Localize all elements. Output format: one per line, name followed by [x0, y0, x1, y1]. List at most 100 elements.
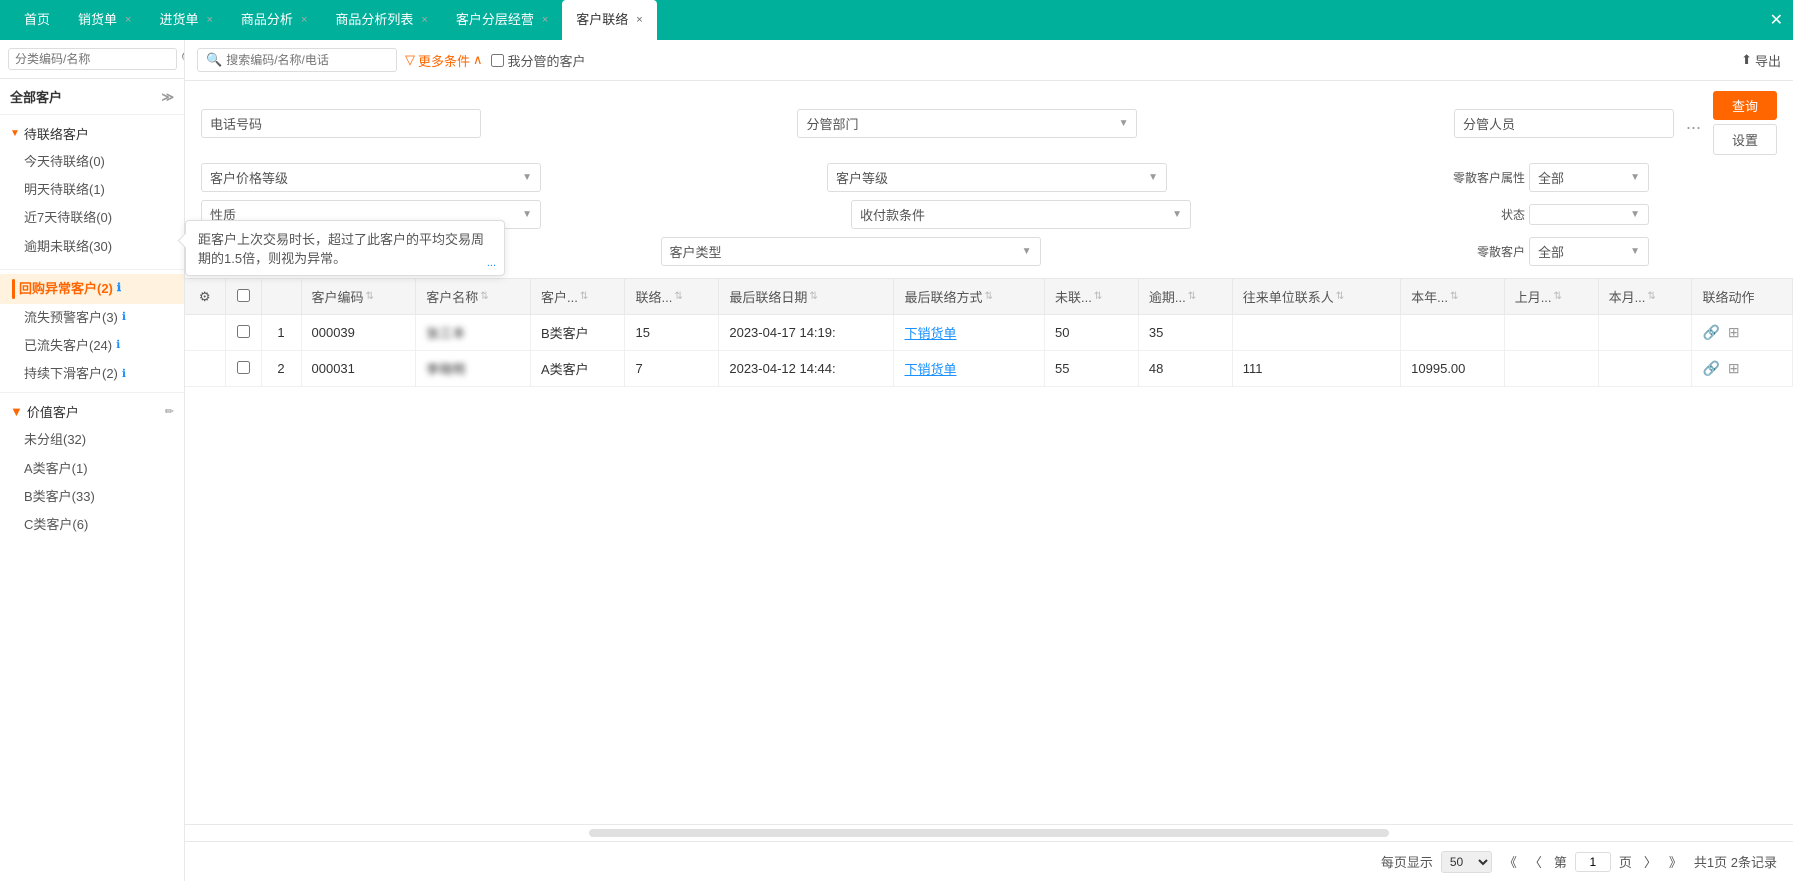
- row1-checkbox[interactable]: [225, 315, 261, 351]
- select-all-checkbox[interactable]: [237, 289, 250, 302]
- retail-attr-field[interactable]: 全部 ▼: [1529, 163, 1649, 192]
- first-page-btn[interactable]: 《: [1500, 850, 1521, 873]
- close-product-analysis-list[interactable]: ×: [421, 0, 427, 40]
- export-button[interactable]: ⬆ 导出: [1741, 51, 1781, 70]
- nav-sales-order[interactable]: 销货单 ×: [64, 0, 145, 40]
- row2-checkbox[interactable]: [225, 351, 261, 387]
- customer-type-field[interactable]: 客户类型 ▼: [661, 237, 1041, 266]
- query-button[interactable]: 查询: [1713, 91, 1777, 120]
- row1-last-month: [1504, 315, 1598, 351]
- row2-action-link-icon[interactable]: 🔗: [1702, 360, 1719, 377]
- staff-dots-btn[interactable]: ...: [1682, 113, 1705, 134]
- row1-code[interactable]: 000039: [301, 315, 416, 351]
- close-customer-tier[interactable]: ×: [542, 0, 548, 40]
- col-checkbox-header[interactable]: [225, 279, 261, 315]
- col-type-header[interactable]: 客户...⇅: [531, 279, 625, 315]
- pending-contact-group-header[interactable]: ▼ 待联络客户: [0, 119, 184, 148]
- col-code-header[interactable]: 客户编码⇅: [301, 279, 416, 315]
- sidebar-item-today[interactable]: 今天待联络(0): [0, 148, 184, 176]
- col-name-header[interactable]: 客户名称⇅: [416, 279, 531, 315]
- row2-last-method[interactable]: 下销货单: [894, 351, 1045, 387]
- sidebar-item-churn-warning[interactable]: 流失预警客户(3) ℹ: [0, 304, 184, 332]
- next-page-btn[interactable]: 〉: [1640, 850, 1661, 873]
- col-unread-header[interactable]: 未联...⇅: [1045, 279, 1139, 315]
- row1-action-link-icon[interactable]: 🔗: [1702, 324, 1719, 341]
- row1-name-value: 张三丰: [426, 326, 465, 341]
- settings-button[interactable]: 设置: [1713, 124, 1777, 155]
- last-page-btn[interactable]: 》: [1665, 850, 1686, 873]
- prev-page-btn[interactable]: 〈: [1525, 850, 1546, 873]
- nav-customer-contact[interactable]: 客户联络 ×: [562, 0, 656, 40]
- col-last-method-header[interactable]: 最后联络方式⇅: [894, 279, 1045, 315]
- col-overdue-header[interactable]: 逾期...⇅: [1138, 279, 1232, 315]
- close-customer-contact[interactable]: ×: [636, 0, 642, 40]
- sidebar-item-churned[interactable]: 已流失客户(24) ℹ: [0, 332, 184, 360]
- col-last-date-header[interactable]: 最后联络日期⇅: [719, 279, 894, 315]
- horizontal-scrollbar[interactable]: [589, 829, 1389, 837]
- value-customer-group-header[interactable]: ▼ 价值客户 ✏: [0, 397, 184, 426]
- row2-action-grid-icon[interactable]: ⊞: [1728, 360, 1740, 377]
- row2-settings: [185, 351, 225, 387]
- sidebar-item-class-c[interactable]: C类客户(6): [0, 511, 184, 539]
- dept-field[interactable]: 分管部门 ▼: [797, 109, 1137, 138]
- window-close-button[interactable]: ✕: [1770, 10, 1783, 30]
- nav-home[interactable]: 首页: [10, 0, 64, 40]
- info-icon-churn-warning[interactable]: ℹ: [122, 310, 126, 325]
- nav-purchase-order[interactable]: 进货单 ×: [145, 0, 226, 40]
- nav-customer-tier[interactable]: 客户分层经营 ×: [442, 0, 562, 40]
- tooltip-more-link[interactable]: ...: [487, 257, 496, 269]
- row2-name[interactable]: 李晓明: [416, 351, 531, 387]
- row1-select-checkbox[interactable]: [237, 325, 250, 338]
- grade-field[interactable]: 客户等级 ▼: [827, 163, 1167, 192]
- collapse-sidebar-btn[interactable]: ≫: [161, 90, 174, 104]
- col-last-month-header[interactable]: 上月...⇅: [1504, 279, 1598, 315]
- my-customers-checkbox-label[interactable]: 我分管的客户: [491, 51, 586, 70]
- payment-field[interactable]: 收付款条件 ▼: [851, 200, 1191, 229]
- info-icon-churned[interactable]: ℹ: [116, 338, 120, 353]
- row2-last-method-link[interactable]: 下销货单: [904, 362, 956, 377]
- col-this-year-header[interactable]: 本年...⇅: [1401, 279, 1505, 315]
- close-sales-order[interactable]: ×: [125, 0, 131, 40]
- retail-customer-field[interactable]: 全部 ▼: [1529, 237, 1649, 266]
- col-this-month-header[interactable]: 本月...⇅: [1598, 279, 1692, 315]
- sidebar-item-overdue[interactable]: 逾期未联络(30): [0, 233, 184, 261]
- col-contacts-header[interactable]: 联络...⇅: [625, 279, 719, 315]
- row1-name[interactable]: 张三丰: [416, 315, 531, 351]
- more-conditions-btn[interactable]: ▽ 更多条件 ∧: [405, 51, 483, 70]
- value-customer-edit[interactable]: ✏: [165, 405, 174, 418]
- sidebar-item-declining[interactable]: 持续下滑客户(2) ℹ: [0, 360, 184, 388]
- staff-field[interactable]: 分管人员: [1454, 109, 1674, 138]
- customer-type-chevron-icon: ▼: [1022, 246, 1032, 257]
- status-field[interactable]: ▼: [1529, 204, 1649, 225]
- nav-product-analysis-list[interactable]: 商品分析列表 ×: [321, 0, 441, 40]
- row2-last-month: [1504, 351, 1598, 387]
- row1-action-grid-icon[interactable]: ⊞: [1728, 324, 1740, 341]
- price-grade-field[interactable]: 客户价格等级 ▼: [201, 163, 541, 192]
- my-customers-checkbox[interactable]: [491, 54, 504, 67]
- sidebar-item-tomorrow[interactable]: 明天待联络(1): [0, 176, 184, 204]
- close-purchase-order[interactable]: ×: [206, 0, 212, 40]
- row1-settings: [185, 315, 225, 351]
- info-icon-repurchase[interactable]: ℹ: [117, 281, 121, 296]
- row2-name-value: 李晓明: [426, 362, 465, 377]
- page-size-select[interactable]: 50 100 200: [1441, 851, 1492, 873]
- close-product-analysis[interactable]: ×: [301, 0, 307, 40]
- row2-code[interactable]: 000031: [301, 351, 416, 387]
- row2-select-checkbox[interactable]: [237, 361, 250, 374]
- col-settings[interactable]: ⚙: [185, 279, 225, 315]
- sidebar-item-ungroup[interactable]: 未分组(32): [0, 426, 184, 454]
- row1-last-method[interactable]: 下销货单: [894, 315, 1045, 351]
- customer-search-input[interactable]: [226, 53, 386, 67]
- info-icon-declining[interactable]: ℹ: [122, 367, 126, 382]
- nav-product-analysis[interactable]: 商品分析 ×: [227, 0, 321, 40]
- sidebar-search-input[interactable]: [8, 48, 177, 70]
- page-number-input[interactable]: [1575, 852, 1611, 872]
- col-past-contact-header[interactable]: 往来单位联系人⇅: [1232, 279, 1400, 315]
- phone-field[interactable]: 电话号码: [201, 109, 481, 138]
- sidebar-item-class-a[interactable]: A类客户(1): [0, 455, 184, 483]
- active-indicator: [12, 279, 15, 299]
- sidebar-item-class-b[interactable]: B类客户(33): [0, 483, 184, 511]
- sidebar-item-repurchase-anomaly[interactable]: 回购异常客户(2) ℹ: [0, 274, 184, 304]
- row1-last-method-link[interactable]: 下销货单: [904, 326, 956, 341]
- sidebar-item-7days[interactable]: 近7天待联络(0): [0, 204, 184, 232]
